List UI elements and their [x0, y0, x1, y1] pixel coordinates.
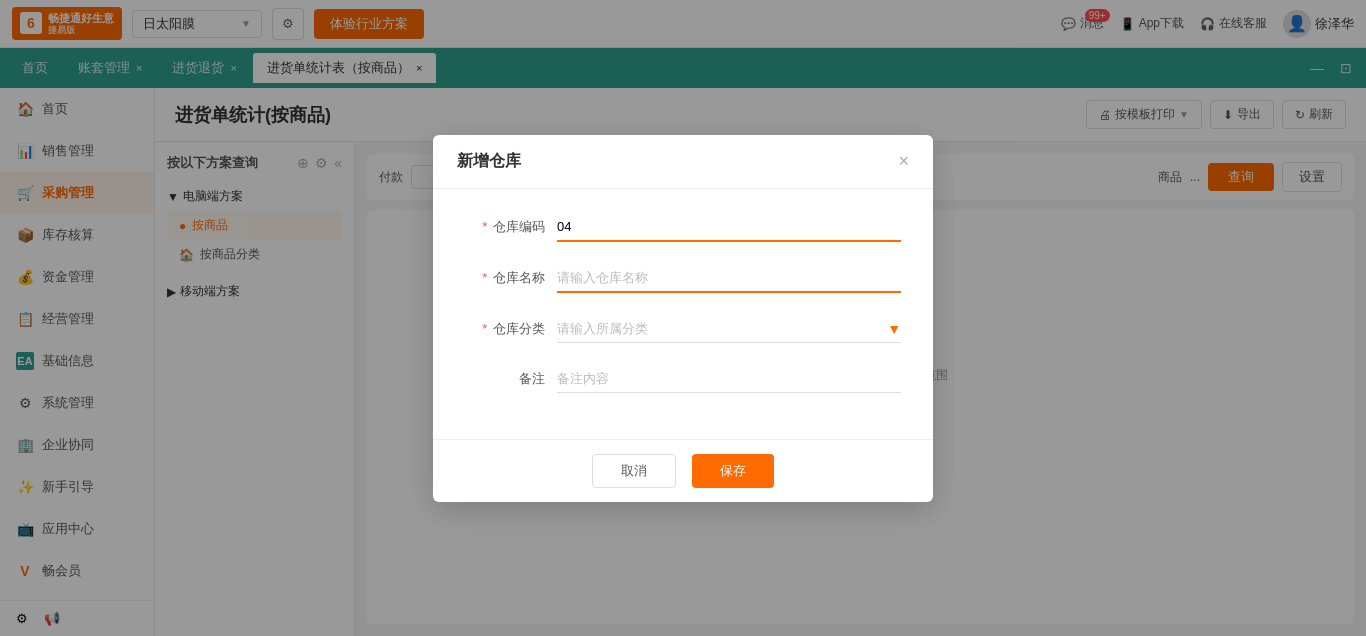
- modal-overlay[interactable]: 新增仓库 × * 仓库编码 * 仓库名称: [0, 0, 1366, 636]
- warehouse-name-input[interactable]: [557, 264, 901, 293]
- modal-title: 新增仓库: [457, 151, 521, 172]
- warehouse-name-label: * 仓库名称: [465, 269, 545, 287]
- warehouse-code-input[interactable]: [557, 213, 901, 242]
- required-star-code: *: [482, 219, 487, 234]
- required-star-category: *: [482, 321, 487, 336]
- modal-header: 新增仓库 ×: [433, 135, 933, 189]
- notes-input[interactable]: [557, 365, 901, 393]
- cancel-button[interactable]: 取消: [592, 454, 676, 488]
- warehouse-category-row: * 仓库分类 请输入所属分类 ▼: [465, 315, 901, 343]
- required-star-name: *: [482, 270, 487, 285]
- notes-row: 备注: [465, 365, 901, 393]
- modal-footer: 取消 保存: [433, 439, 933, 502]
- warehouse-category-select[interactable]: 请输入所属分类: [557, 315, 901, 343]
- modal-body: * 仓库编码 * 仓库名称 * 仓库分类: [433, 189, 933, 439]
- warehouse-category-wrap: 请输入所属分类 ▼: [557, 315, 901, 343]
- warehouse-category-label: * 仓库分类: [465, 320, 545, 338]
- modal-close-button[interactable]: ×: [898, 152, 909, 170]
- notes-label: 备注: [465, 370, 545, 388]
- warehouse-name-row: * 仓库名称: [465, 264, 901, 293]
- add-warehouse-modal: 新增仓库 × * 仓库编码 * 仓库名称: [433, 135, 933, 502]
- warehouse-code-row: * 仓库编码: [465, 213, 901, 242]
- warehouse-code-label: * 仓库编码: [465, 218, 545, 236]
- save-button[interactable]: 保存: [692, 454, 774, 488]
